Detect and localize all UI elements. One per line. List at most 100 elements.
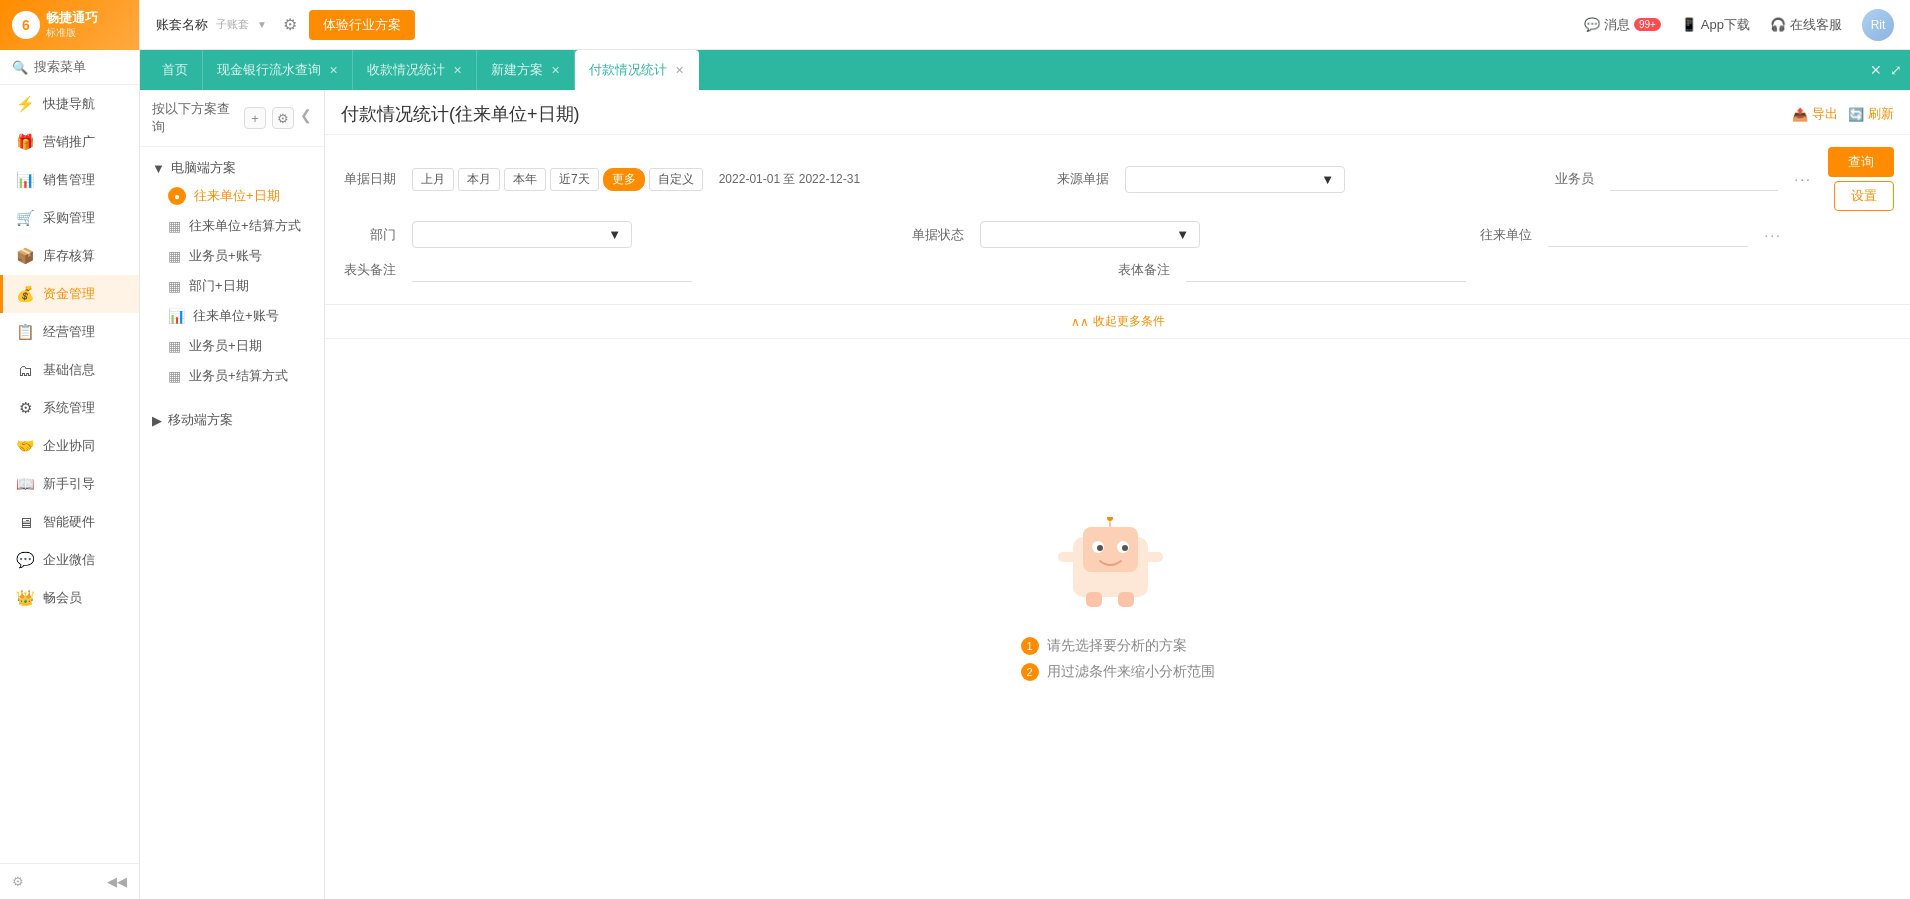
- sidebar-item-inventory[interactable]: 📦库存核算: [0, 237, 139, 275]
- sidebar-item-guide[interactable]: 📖 新手引导: [0, 465, 139, 503]
- desktop-group-label: 电脑端方案: [171, 159, 236, 177]
- scheme-item-dept-date[interactable]: ▦ 部门+日期: [140, 271, 324, 301]
- message-icon: 💬: [1584, 17, 1600, 32]
- salesman-input[interactable]: [1610, 167, 1778, 191]
- source-select[interactable]: ▼: [1125, 166, 1345, 193]
- close-all-tabs-btn[interactable]: ✕: [1870, 62, 1882, 78]
- this-month-btn[interactable]: 本月: [458, 168, 500, 191]
- counterparty-input[interactable]: [1548, 223, 1748, 247]
- sidebar-item-sales[interactable]: 📊销售管理: [0, 161, 139, 199]
- collapse-scheme-panel-btn[interactable]: ❮: [300, 107, 312, 129]
- nav-icon-basic: 🗂: [15, 362, 35, 379]
- last-month-btn[interactable]: 上月: [412, 168, 454, 191]
- scheme-item-salesman-account[interactable]: ▦ 业务员+账号: [140, 241, 324, 271]
- nav-label-marketing: 营销推广: [43, 133, 95, 151]
- search-icon: 🔍: [12, 60, 28, 75]
- trial-btn[interactable]: 体验行业方案: [309, 10, 415, 40]
- salesman-filter-label: 业务员: [1539, 170, 1594, 188]
- scheme-item-salesman-payment[interactable]: ▦ 业务员+结算方式: [140, 361, 324, 391]
- scheme-settings-btn[interactable]: ⚙: [272, 107, 294, 129]
- scheme-panel-label: 按以下方案查询: [152, 100, 238, 136]
- scheme-item-salesman-date-label: 业务员+日期: [189, 337, 262, 355]
- tab-bank-flow-close[interactable]: ✕: [329, 64, 338, 77]
- header-note-input[interactable]: [412, 258, 692, 282]
- sidebar-item-member[interactable]: 👑畅会员: [0, 579, 139, 617]
- settings-icon[interactable]: ⚙: [12, 874, 24, 889]
- main-content: 账套名称 子账套 ▼ ⚙ 体验行业方案 💬 消息 99+ 📱 App下载 🎧 在…: [140, 0, 1910, 899]
- scheme-panel-actions: + ⚙ ❮: [244, 107, 312, 129]
- user-avatar[interactable]: Rit: [1862, 9, 1894, 41]
- nav-label-guide: 新手引导: [43, 475, 95, 493]
- body-note-label: 表体备注: [1115, 261, 1170, 279]
- add-scheme-btn[interactable]: +: [244, 107, 266, 129]
- sidebar-item-quick-nav[interactable]: ⚡快捷导航: [0, 85, 139, 123]
- svg-rect-10: [1086, 592, 1102, 607]
- collapse-sidebar-btn[interactable]: ◀◀: [107, 874, 127, 889]
- scheme-item-salesman-date[interactable]: ▦ 业务员+日期: [140, 331, 324, 361]
- nav-icon-guide: 📖: [15, 475, 35, 493]
- tab-new-scheme-close[interactable]: ✕: [551, 64, 560, 77]
- export-icon: 📤: [1792, 107, 1808, 122]
- messages-btn[interactable]: 💬 消息 99+: [1584, 16, 1661, 34]
- dept-select[interactable]: ▼: [412, 221, 632, 248]
- nav-icon-ops: 📋: [15, 323, 35, 341]
- sidebar-item-system[interactable]: ⚙系统管理: [0, 389, 139, 427]
- scheme-item-unit-date[interactable]: ● 往来单位+日期: [140, 181, 324, 211]
- refresh-btn[interactable]: 🔄 刷新: [1848, 105, 1894, 123]
- date-quick-btns: 上月 本月 本年 近7天 更多 自定义: [412, 168, 703, 191]
- maximize-btn[interactable]: ⤢: [1890, 62, 1902, 78]
- custom-date-btn[interactable]: 自定义: [649, 168, 703, 191]
- tab-receipts-stat[interactable]: 收款情况统计 ✕: [353, 50, 477, 90]
- scheme-item-unit-account[interactable]: 📊 往来单位+账号: [140, 301, 324, 331]
- tab-bank-flow[interactable]: 现金银行流水查询 ✕: [203, 50, 353, 90]
- hint-num-2: 2: [1021, 663, 1039, 681]
- app-download-btn[interactable]: 📱 App下载: [1681, 16, 1750, 34]
- query-btn[interactable]: 查询: [1828, 147, 1894, 177]
- svg-point-5: [1122, 545, 1128, 551]
- tab-payment-stat[interactable]: 付款情况统计 ✕: [575, 50, 699, 90]
- tab-payment-stat-close[interactable]: ✕: [675, 64, 684, 77]
- account-sub: 子账套: [216, 17, 249, 32]
- sidebar-item-wechat[interactable]: 💬企业微信: [0, 541, 139, 579]
- scheme-item-unit-payment[interactable]: ▦ 往来单位+结算方式: [140, 211, 324, 241]
- tab-new-scheme[interactable]: 新建方案 ✕: [477, 50, 575, 90]
- counterparty-dots-btn[interactable]: ···: [1764, 227, 1782, 243]
- sidebar-item-hardware[interactable]: 🖥智能硬件: [0, 503, 139, 541]
- page-title: 付款情况统计(往来单位+日期): [341, 102, 580, 126]
- more-date-btn[interactable]: 更多: [603, 168, 645, 191]
- scheme-group-desktop-header[interactable]: ▼ 电脑端方案: [140, 155, 324, 181]
- salesman-dots-btn[interactable]: ···: [1794, 171, 1812, 187]
- bill-status-select[interactable]: ▼: [980, 221, 1200, 248]
- scheme-item-icon: ▦: [168, 368, 181, 384]
- body-note-input[interactable]: [1186, 258, 1466, 282]
- nav-label-system: 系统管理: [43, 399, 95, 417]
- tab-home[interactable]: 首页: [148, 50, 203, 90]
- sidebar: 6 畅捷通巧 标准版 🔍 搜索菜单 ⚡快捷导航🎁营销推广📊销售管理🛒采购管理📦库…: [0, 0, 140, 899]
- sidebar-item-basic[interactable]: 🗂基础信息: [0, 351, 139, 389]
- scheme-group-mobile-header[interactable]: ▶ 移动端方案: [140, 407, 324, 433]
- filter-settings-btn[interactable]: 设置: [1834, 181, 1894, 211]
- sidebar-item-purchase[interactable]: 🛒采购管理: [0, 199, 139, 237]
- desktop-group-arrow-icon: ▼: [152, 161, 165, 176]
- collapse-filter-btn[interactable]: ∧∧ 收起更多条件: [325, 305, 1910, 339]
- nav-icon-inventory: 📦: [15, 247, 35, 265]
- date-filter-label: 单据日期: [341, 170, 396, 188]
- scheme-item-icon: ▦: [168, 338, 181, 354]
- sidebar-item-ops[interactable]: 📋经营管理: [0, 313, 139, 351]
- scheme-item-icon: ▦: [168, 248, 181, 264]
- this-year-btn[interactable]: 本年: [504, 168, 546, 191]
- sidebar-item-corp[interactable]: 🤝企业协同: [0, 427, 139, 465]
- sidebar-item-marketing[interactable]: 🎁营销推广: [0, 123, 139, 161]
- service-btn[interactable]: 🎧 在线客服: [1770, 16, 1842, 34]
- active-scheme-icon: ●: [168, 187, 186, 205]
- sidebar-search[interactable]: 🔍 搜索菜单: [0, 50, 139, 85]
- account-selector[interactable]: 账套名称 子账套 ▼: [156, 16, 267, 34]
- export-btn[interactable]: 📤 导出: [1792, 105, 1838, 123]
- last-7days-btn[interactable]: 近7天: [550, 168, 599, 191]
- empty-hints: 1 请先选择要分析的方案 2 用过滤条件来缩小分析范围: [1021, 637, 1215, 681]
- topbar-settings-icon[interactable]: ⚙: [283, 15, 297, 34]
- sidebar-item-finance[interactable]: 💰资金管理: [0, 275, 139, 313]
- nav-label-wechat: 企业微信: [43, 551, 95, 569]
- mobile-group-arrow-icon: ▶: [152, 413, 162, 428]
- tab-receipts-stat-close[interactable]: ✕: [453, 64, 462, 77]
